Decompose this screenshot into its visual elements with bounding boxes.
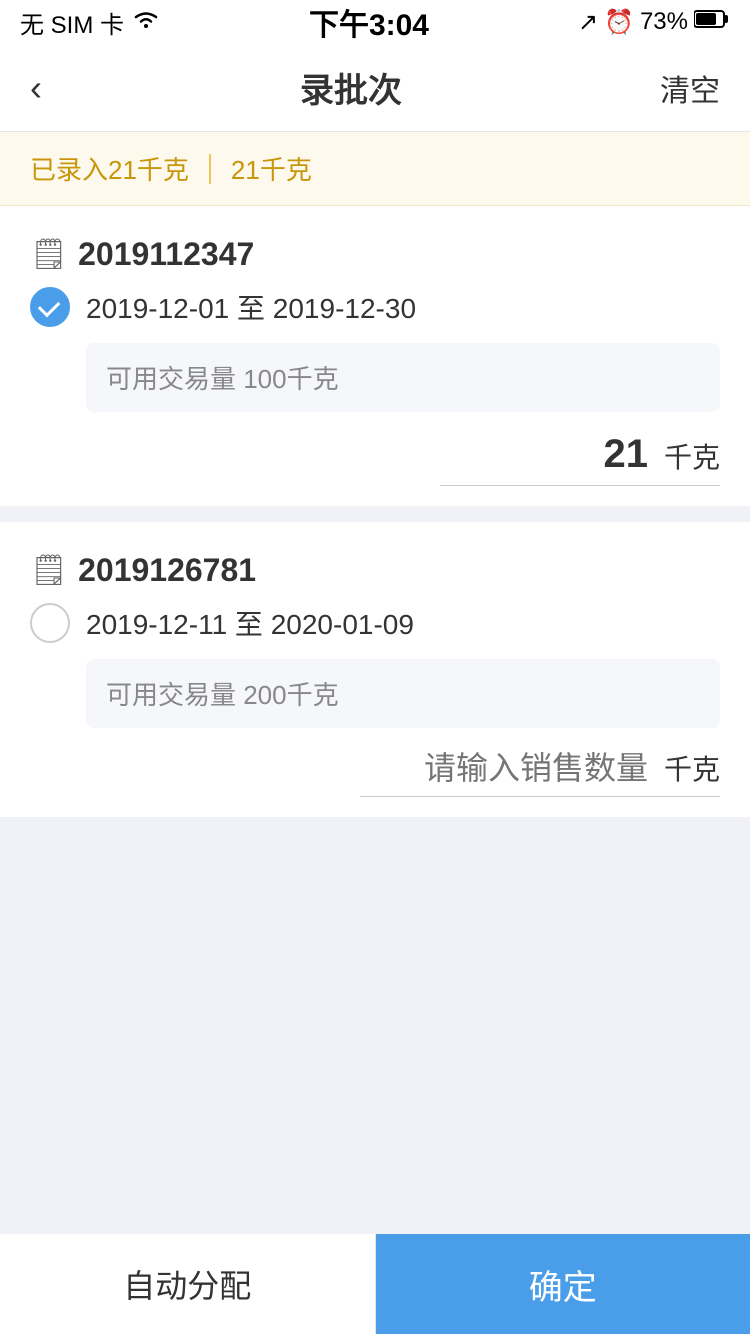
status-bar: 无 SIM 卡 下午3:04 ↗ ⏰ 73% <box>0 0 750 44</box>
location-icon: ↗ <box>578 8 598 37</box>
status-time: 下午3:04 <box>309 0 429 44</box>
confirm-button[interactable]: 确定 <box>376 1234 750 1334</box>
availability-1: 可用交易量 100千克 <box>86 343 720 412</box>
date-row-2[interactable]: 2019-12-11 至 2020-01-09 <box>30 603 720 643</box>
auto-distribute-button[interactable]: 自动分配 <box>0 1234 376 1334</box>
main-content: 🗒 2019112347 2019-12-01 至 2019-12-30 可用交… <box>0 206 750 1313</box>
alarm-icon: ⏰ <box>604 8 634 37</box>
date-range-1: 2019-12-01 至 2019-12-30 <box>86 287 416 327</box>
summary-value: 21千克 <box>231 150 312 187</box>
quantity-input-2[interactable] <box>368 750 648 787</box>
availability-2: 可用交易量 200千克 <box>86 659 720 728</box>
quantity-value-1: 21 <box>603 432 648 477</box>
status-left: 无 SIM 卡 <box>20 5 160 40</box>
bottom-bar: 自动分配 确定 <box>0 1234 750 1334</box>
battery-icon <box>694 8 730 36</box>
summary-divider <box>209 154 211 184</box>
input-unit-2: 千克 <box>664 748 720 788</box>
batch-id-row-2: 🗒 2019126781 <box>30 552 720 589</box>
battery-text: 73% <box>640 8 688 36</box>
radio-2[interactable] <box>30 603 70 643</box>
batch-id-row-1: 🗒 2019112347 <box>30 236 720 273</box>
batch-card-2: 🗒 2019126781 2019-12-11 至 2020-01-09 可用交… <box>0 522 750 817</box>
batch-id-1: 2019112347 <box>78 236 254 273</box>
wifi-icon <box>132 8 160 37</box>
date-row-1[interactable]: 2019-12-01 至 2019-12-30 <box>30 287 720 327</box>
status-right: ↗ ⏰ 73% <box>578 8 730 37</box>
summary-recorded: 已录入21千克 <box>30 150 189 187</box>
batch-doc-icon-1: 🗒 <box>30 237 68 272</box>
date-range-2: 2019-12-11 至 2020-01-09 <box>86 603 414 643</box>
batch-doc-icon-2: 🗒 <box>30 553 68 588</box>
page-title: 录批次 <box>300 63 402 112</box>
card-gap-2 <box>0 817 750 833</box>
batch-card-1: 🗒 2019112347 2019-12-01 至 2019-12-30 可用交… <box>0 206 750 506</box>
card-gap-1 <box>0 506 750 522</box>
nav-bar: ‹ 录批次 清空 <box>0 44 750 132</box>
summary-bar: 已录入21千克 21千克 <box>0 132 750 206</box>
quantity-unit-1: 千克 <box>664 436 720 476</box>
radio-1[interactable] <box>30 287 70 327</box>
quantity-divider-1 <box>440 485 720 486</box>
empty-area <box>0 833 750 1213</box>
clear-button[interactable]: 清空 <box>660 66 720 110</box>
batch-id-2: 2019126781 <box>78 552 256 589</box>
sim-signal: 无 SIM 卡 <box>20 5 124 40</box>
input-divider-2 <box>360 796 720 797</box>
back-button[interactable]: ‹ <box>30 67 42 109</box>
